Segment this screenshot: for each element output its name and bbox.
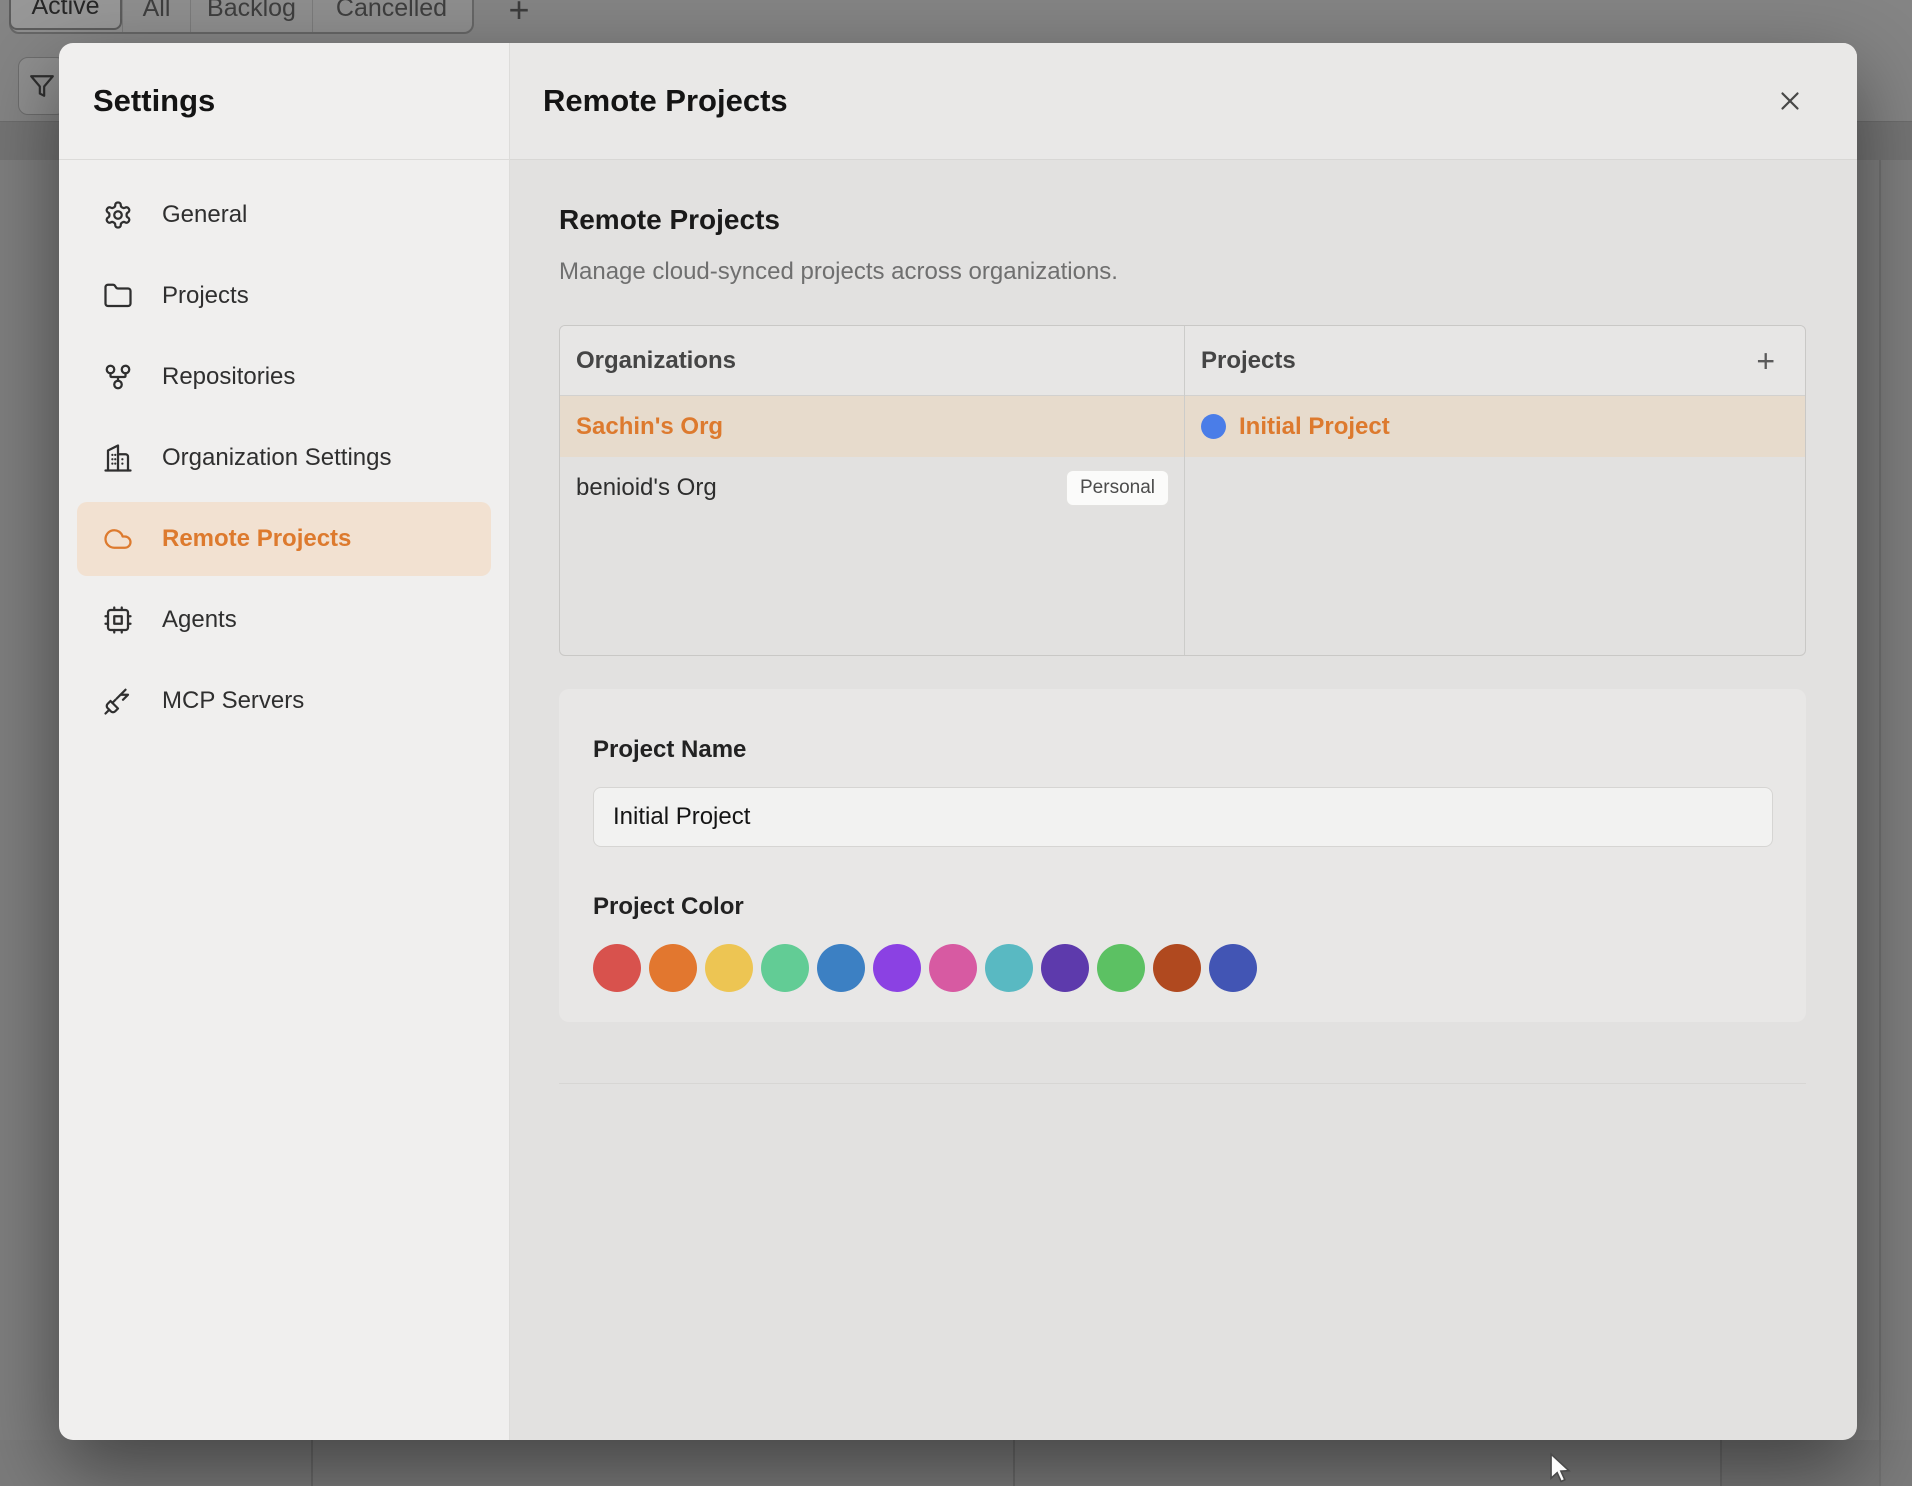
sidebar-item-label: Repositories (162, 363, 296, 390)
tab-cancelled[interactable]: Cancelled (312, 0, 470, 32)
background-right-divider (1879, 160, 1881, 1486)
background-right-column (1721, 1440, 1879, 1486)
content-body: Remote Projects Manage cloud-synced proj… (510, 160, 1857, 1440)
plug-icon (104, 688, 130, 715)
sidebar-item-general[interactable]: General (77, 178, 491, 252)
projects-column: Projects + Initial Project (1184, 326, 1805, 655)
color-swatches (593, 944, 1770, 992)
section-subtitle: Manage cloud-synced projects across orga… (559, 258, 1118, 285)
sidebar-item-agents[interactable]: Agents (77, 583, 491, 657)
projects-header: Projects + (1185, 326, 1805, 396)
project-name-input[interactable] (593, 787, 1773, 847)
color-swatch-yellow[interactable] (705, 944, 753, 992)
sidebar-item-projects[interactable]: Projects (77, 259, 491, 333)
sidebar-item-label: Projects (162, 282, 249, 309)
page-title: Remote Projects (543, 83, 788, 118)
settings-sidebar: Settings General Projects Repositories O… (59, 43, 510, 1440)
git-fork-icon (105, 364, 131, 390)
color-swatch-rust[interactable] (1153, 944, 1201, 992)
color-swatch-violet[interactable] (873, 944, 921, 992)
section-title: Remote Projects (559, 204, 780, 235)
settings-title: Settings (93, 83, 216, 118)
project-name-label: Project Name (593, 736, 747, 763)
organization-name: Sachin's Org (576, 412, 724, 440)
tab-all[interactable]: All (122, 0, 190, 32)
sidebar-item-label: MCP Servers (162, 687, 305, 714)
organizations-projects-table: Organizations Sachin's Org benioid's Org… (559, 325, 1806, 656)
tab-backlog[interactable]: Backlog (190, 0, 312, 32)
organization-row-benioids-org[interactable]: benioid's Org Personal (560, 457, 1184, 518)
tab-active[interactable]: Active (9, 0, 122, 30)
filter-icon (30, 75, 54, 97)
building-icon (104, 444, 132, 472)
color-swatch-blue[interactable] (817, 944, 865, 992)
section-divider (559, 1083, 1806, 1084)
sidebar-header: Settings (59, 43, 509, 160)
organizations-column: Organizations Sachin's Org benioid's Org… (560, 326, 1184, 655)
settings-modal: Settings General Projects Repositories O… (59, 43, 1857, 1440)
screen: Active All Backlog Cancelled + Settings (0, 0, 1912, 1486)
project-name: Initial Project (1239, 412, 1390, 440)
color-swatch-orange[interactable] (649, 944, 697, 992)
project-color-label: Project Color (593, 893, 744, 920)
color-swatch-mint[interactable] (761, 944, 809, 992)
organization-name: benioid's Org (576, 473, 717, 501)
project-color-dot (1201, 414, 1226, 439)
gear-icon (105, 201, 131, 229)
add-project-button[interactable]: + (1742, 345, 1789, 377)
background-bottom-strip (0, 1440, 1912, 1486)
folder-icon (104, 283, 132, 308)
sidebar-item-mcp-servers[interactable]: MCP Servers (77, 664, 491, 738)
projects-header-label: Projects (1201, 346, 1296, 374)
sidebar-item-label: Organization Settings (162, 444, 392, 471)
add-tab-button[interactable]: + (498, 0, 540, 34)
close-icon (1781, 92, 1799, 110)
cloud-icon (104, 529, 132, 549)
sidebar-nav: General Projects Repositories Organizati… (59, 160, 509, 738)
background-column-divider (1013, 1440, 1015, 1486)
mouse-cursor (1550, 1452, 1571, 1483)
color-swatch-pink[interactable] (929, 944, 977, 992)
organizations-header: Organizations (560, 326, 1184, 396)
color-swatch-red[interactable] (593, 944, 641, 992)
background-column-divider (1720, 1440, 1722, 1486)
close-button[interactable] (1772, 83, 1808, 119)
sidebar-item-label: Remote Projects (162, 525, 352, 552)
sidebar-item-remote-projects[interactable]: Remote Projects (77, 502, 491, 576)
settings-content: Remote Projects Remote Projects Manage c… (510, 43, 1857, 1440)
sidebar-item-repositories[interactable]: Repositories (77, 340, 491, 414)
project-details-panel: Project Name Project Color (559, 689, 1806, 1022)
background-column-divider (311, 1440, 313, 1486)
color-swatch-royal-blue[interactable] (1209, 944, 1257, 992)
cpu-icon (104, 606, 132, 634)
color-swatch-indigo[interactable] (1041, 944, 1089, 992)
sidebar-item-label: General (162, 201, 248, 228)
organization-row-sachins-org[interactable]: Sachin's Org (560, 396, 1184, 457)
sidebar-item-organization-settings[interactable]: Organization Settings (77, 421, 491, 495)
project-row-initial-project[interactable]: Initial Project (1185, 396, 1805, 457)
content-header: Remote Projects (510, 43, 1857, 160)
personal-badge: Personal (1067, 470, 1168, 505)
background-tab-bar: Active All Backlog Cancelled (9, 0, 474, 34)
sidebar-item-label: Agents (162, 606, 237, 633)
color-swatch-teal[interactable] (985, 944, 1033, 992)
color-swatch-green[interactable] (1097, 944, 1145, 992)
